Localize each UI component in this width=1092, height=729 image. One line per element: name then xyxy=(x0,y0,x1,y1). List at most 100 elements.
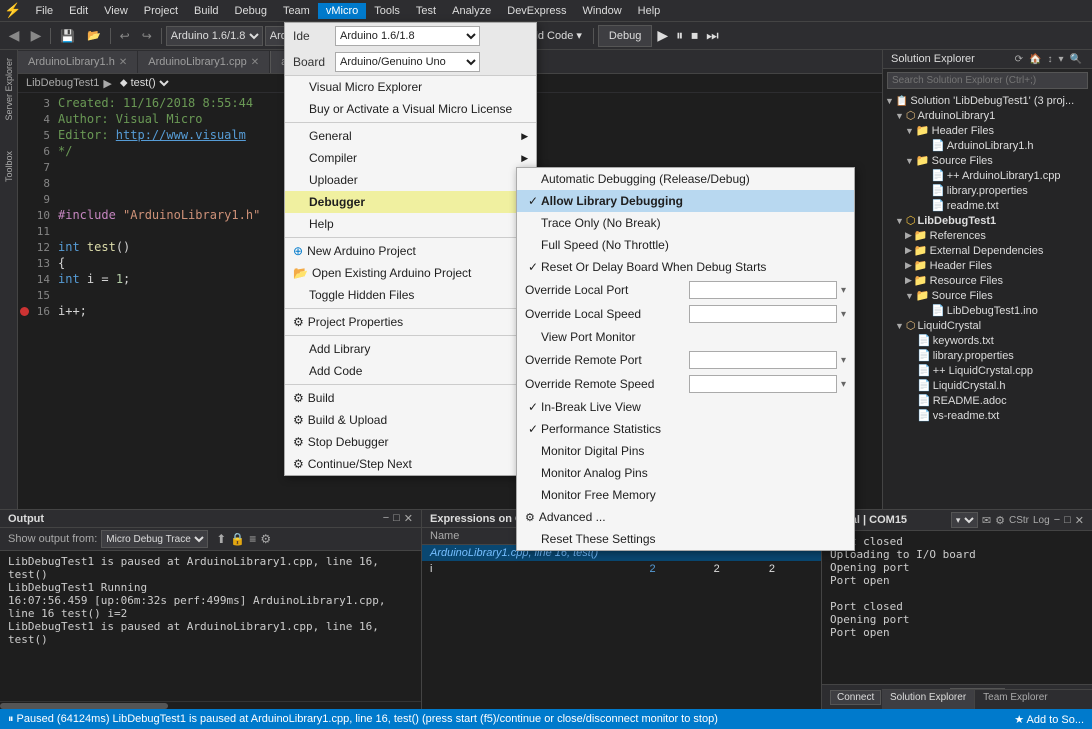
ide-select[interactable]: Arduino 1.6/1.8 xyxy=(166,26,263,46)
se-btn2[interactable]: 🏠 xyxy=(1027,54,1043,65)
menu-build[interactable]: Build xyxy=(186,3,226,19)
debug-sub-freemem[interactable]: Monitor Free Memory xyxy=(517,484,854,506)
expr-row-2[interactable]: i 2 2 2 xyxy=(422,561,821,577)
se-folder-resource[interactable]: ▶ 📁 Resource Files xyxy=(883,273,1092,288)
debug-sub-trace-only[interactable]: Trace Only (No Break) xyxy=(517,212,854,234)
se-file-vsreadme[interactable]: 📄 vs-readme.txt xyxy=(883,408,1092,423)
se-file-al1cpp[interactable]: 📄 ++ ArduinoLibrary1.cpp xyxy=(883,168,1092,183)
se-file-al1h[interactable]: 📄 ArduinoLibrary1.h xyxy=(883,138,1092,153)
menu-item-license[interactable]: Buy or Activate a Visual Micro License xyxy=(285,98,536,120)
pause-btn[interactable]: ⏸ xyxy=(673,26,686,45)
se-btn1[interactable]: ⟳ xyxy=(1013,54,1025,65)
debug-sub-full-speed[interactable]: Full Speed (No Throttle) xyxy=(517,234,854,256)
menu-item-help[interactable]: Help ▶ xyxy=(285,213,536,235)
output-maximize[interactable]: □ xyxy=(393,512,400,525)
se-folder-header[interactable]: ▼ 📁 Header Files xyxy=(883,123,1092,138)
override-remote-speed-input[interactable] xyxy=(689,375,837,393)
solution-explorer-search[interactable] xyxy=(887,72,1088,89)
menu-item-build[interactable]: ⚙ Build xyxy=(285,387,536,409)
toolbar-fwd[interactable]: ▶ xyxy=(26,26,46,46)
menu-tools[interactable]: Tools xyxy=(366,3,408,19)
menu-devexpress[interactable]: DevExpress xyxy=(499,3,574,19)
debug-sub-perf[interactable]: ✓ Performance Statistics xyxy=(517,418,854,440)
menu-item-stop-debug[interactable]: ⚙ Stop Debugger xyxy=(285,431,536,453)
menu-debug[interactable]: Debug xyxy=(227,3,275,19)
menu-item-explorer[interactable]: Visual Micro Explorer xyxy=(285,76,536,98)
menu-item-add-code[interactable]: Add Code ▶ xyxy=(285,360,536,382)
menu-item-new-project[interactable]: ⊕ New Arduino Project xyxy=(285,240,536,262)
override-local-port-input[interactable] xyxy=(689,281,837,299)
se-file-libprops1[interactable]: 📄 library.properties xyxy=(883,183,1092,198)
se-search-icon[interactable]: 🔍 xyxy=(1068,54,1084,65)
se-folder-extdeps[interactable]: ▶ 📁 External Dependencies xyxy=(883,243,1092,258)
toolbar-redo[interactable]: ↪ xyxy=(137,28,157,44)
serial-log[interactable]: Log xyxy=(1033,515,1050,526)
menu-help[interactable]: Help xyxy=(630,3,669,19)
menu-test[interactable]: Test xyxy=(408,3,444,19)
output-source-select[interactable]: Micro Debug Trace xyxy=(101,530,208,548)
tab-close-2[interactable]: ✕ xyxy=(251,57,259,68)
menu-item-open-project[interactable]: 📂 Open Existing Arduino Project xyxy=(285,262,536,284)
se-folder-source2[interactable]: ▼ 📁 Source Files xyxy=(883,288,1092,303)
debug-sub-advanced[interactable]: ⚙ Advanced ... xyxy=(517,506,854,528)
menu-item-build-upload[interactable]: ⚙ Build & Upload xyxy=(285,409,536,431)
menu-item-add-library[interactable]: Add Library ▶ xyxy=(285,338,536,360)
override-local-speed-input[interactable] xyxy=(689,305,837,323)
menu-view[interactable]: View xyxy=(96,3,136,19)
serial-settings[interactable]: ⚙ xyxy=(995,514,1005,527)
se-project-liquid[interactable]: ▼ ⬡ LiquidCrystal xyxy=(883,318,1092,333)
serial-minimize[interactable]: − xyxy=(1054,514,1060,526)
play-btn[interactable]: ▶ xyxy=(654,26,671,45)
menu-edit[interactable]: Edit xyxy=(61,3,96,19)
ide-dropdown[interactable]: Arduino 1.6/1.8 xyxy=(335,26,480,46)
override-remote-port-arrow[interactable]: ▾ xyxy=(841,355,846,366)
se-folder-source1[interactable]: ▼ 📁 Source Files xyxy=(883,153,1092,168)
step-btn[interactable]: ⏭ xyxy=(703,26,722,45)
debug-sub-automatic[interactable]: Automatic Debugging (Release/Debug) xyxy=(517,168,854,190)
menu-item-compiler[interactable]: Compiler ▶ xyxy=(285,147,536,169)
se-file-lccpp[interactable]: 📄 ++ LiquidCrystal.cpp xyxy=(883,363,1092,378)
menu-item-uploader[interactable]: Uploader ▶ xyxy=(285,169,536,191)
serial-content[interactable]: Port closed Uploading to I/O board Openi… xyxy=(822,531,1092,684)
serial-cstr[interactable]: CStr xyxy=(1009,515,1029,526)
menu-team[interactable]: Team xyxy=(275,3,318,19)
menu-file[interactable]: File xyxy=(27,3,61,19)
debug-sub-allow-library[interactable]: ✓ Allow Library Debugging xyxy=(517,190,854,212)
menu-vmicro[interactable]: vMicro xyxy=(318,3,366,19)
server-explorer-tab[interactable]: Server Explorer xyxy=(2,54,16,125)
tab-close-1[interactable]: ✕ xyxy=(119,57,127,68)
override-remote-port-input[interactable] xyxy=(689,351,837,369)
serial-close[interactable]: ✕ xyxy=(1075,514,1084,527)
se-file-readme-adoc[interactable]: 📄 README.adoc xyxy=(883,393,1092,408)
menu-project[interactable]: Project xyxy=(136,3,186,19)
connect-btn[interactable]: Connect xyxy=(830,690,881,705)
menu-item-debugger[interactable]: Debugger ▶ xyxy=(285,191,536,213)
output-close[interactable]: ✕ xyxy=(404,512,413,525)
menu-item-continue[interactable]: ⚙ Continue/Step Next xyxy=(285,453,536,475)
team-explorer-tab[interactable]: Team Explorer xyxy=(975,690,1055,709)
se-more[interactable]: ▾ xyxy=(1057,54,1066,65)
se-file-readme1[interactable]: 📄 readme.txt xyxy=(883,198,1092,213)
settings-output[interactable]: ⚙ xyxy=(260,532,271,546)
wrap-btn[interactable]: ≡ xyxy=(249,532,256,546)
toolbox-tab[interactable]: Toolbox xyxy=(2,147,16,186)
menu-window[interactable]: Window xyxy=(575,3,630,19)
se-folder-header2[interactable]: ▶ 📁 Header Files xyxy=(883,258,1092,273)
serial-email[interactable]: ✉ xyxy=(982,514,991,527)
toolbar-open[interactable]: 📂 xyxy=(82,28,106,43)
override-speed-arrow[interactable]: ▾ xyxy=(841,309,846,320)
se-btn3[interactable]: ↕ xyxy=(1046,54,1055,65)
output-content[interactable]: LibDebugTest1 is paused at ArduinoLibrar… xyxy=(0,551,421,701)
board-dropdown[interactable]: Arduino/Genuino Uno xyxy=(335,52,480,72)
debug-sub-reset[interactable]: ✓ Reset Or Delay Board When Debug Starts xyxy=(517,256,854,278)
debug-sub-reset-settings[interactable]: Reset These Settings xyxy=(517,528,854,550)
debug-sub-analog[interactable]: Monitor Analog Pins xyxy=(517,462,854,484)
serial-mode[interactable]: ▾ xyxy=(951,512,978,528)
add-to-source-btn[interactable]: ★ Add to So... xyxy=(1014,713,1084,726)
override-remote-speed-arrow[interactable]: ▾ xyxy=(841,379,846,390)
debug-sub-inbreak[interactable]: ✓ In-Break Live View xyxy=(517,396,854,418)
stop-btn[interactable]: ⏹ xyxy=(688,26,701,45)
se-tab[interactable]: Solution Explorer xyxy=(882,690,975,709)
se-file-libdebugino[interactable]: 📄 LibDebugTest1.ino xyxy=(883,303,1092,318)
clear-btn[interactable]: ⬆ xyxy=(216,532,226,546)
